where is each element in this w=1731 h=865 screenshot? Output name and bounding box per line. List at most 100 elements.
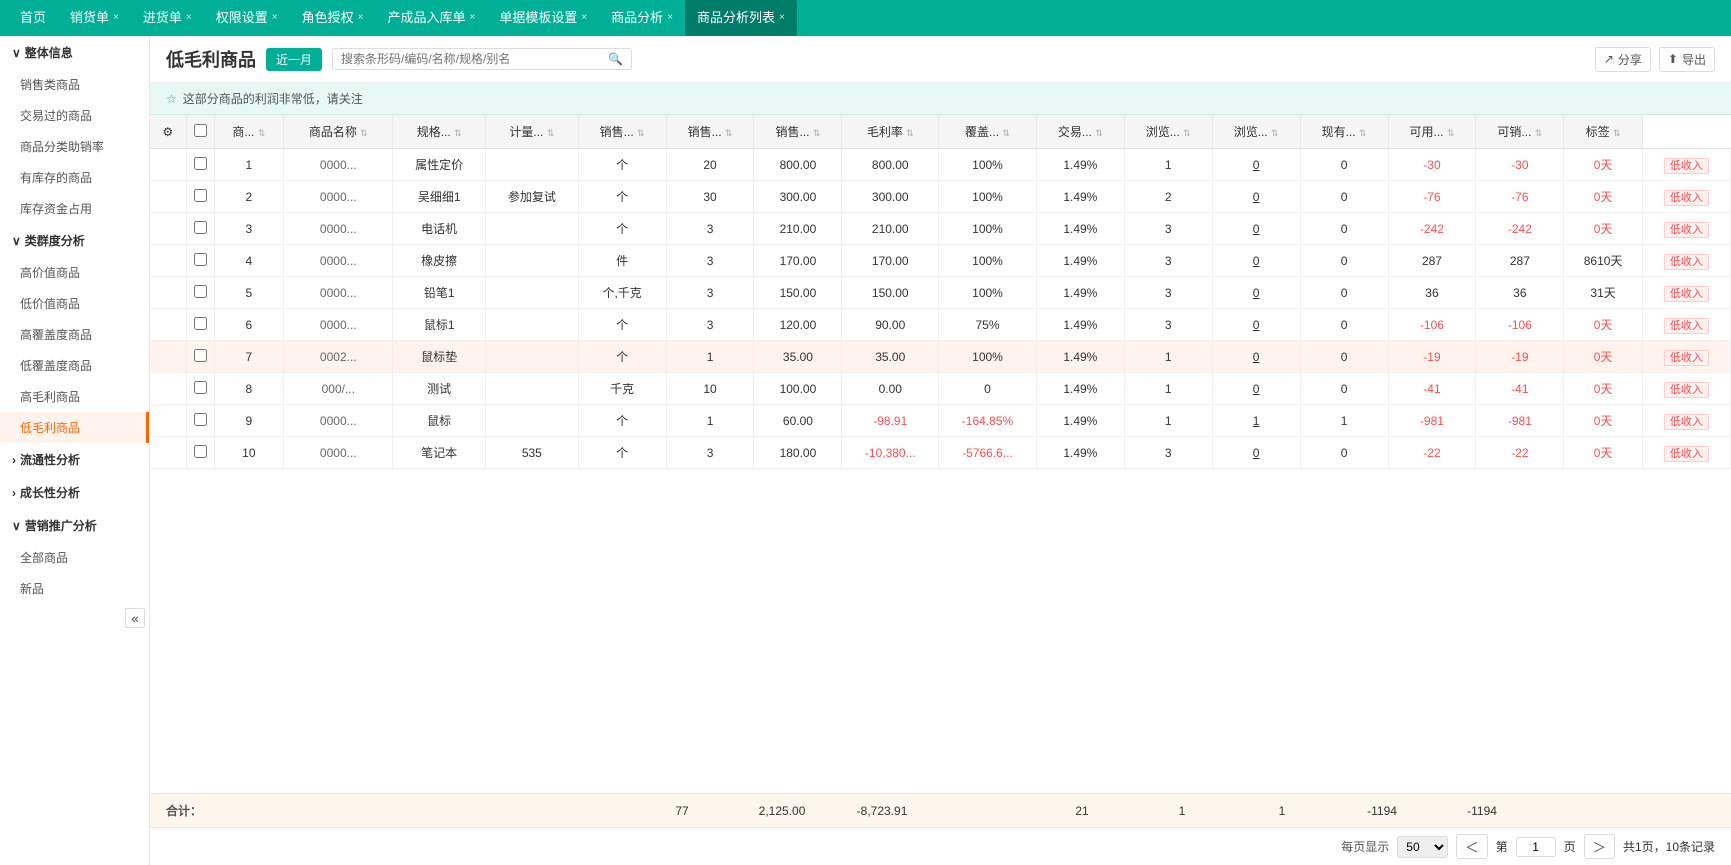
- nav-close-analysis[interactable]: ×: [667, 0, 673, 36]
- cell-trade-count: 1: [1124, 405, 1212, 437]
- nav-purchase-order[interactable]: 进货单 ×: [131, 0, 204, 36]
- row-checkbox[interactable]: [194, 413, 207, 426]
- nav-close-template[interactable]: ×: [581, 0, 587, 36]
- row-checkbox[interactable]: [194, 317, 207, 330]
- cell-tag: 低收入: [1642, 213, 1730, 245]
- row-checkbox[interactable]: [194, 445, 207, 458]
- nav-close-role[interactable]: ×: [358, 0, 364, 36]
- sidebar-item-new-products[interactable]: 新品: [0, 573, 149, 604]
- sidebar-item-high-coverage[interactable]: 高覆盖度商品: [0, 319, 149, 350]
- sidebar-item-traded-products[interactable]: 交易过的商品: [0, 100, 149, 131]
- nav-home[interactable]: 首页: [8, 0, 58, 36]
- col-current-stock[interactable]: 现有... ⇅: [1300, 115, 1388, 149]
- cell-views1: 0: [1212, 277, 1300, 309]
- filter-btn[interactable]: 近一月: [266, 48, 322, 71]
- sidebar-collapse-btn[interactable]: «: [125, 608, 145, 628]
- cell-sales-qty: 1: [666, 341, 754, 373]
- page-label: 第: [1496, 838, 1508, 855]
- sidebar-group-growth[interactable]: › 成长性分析: [0, 476, 149, 509]
- sidebar-item-sales-products[interactable]: 销售类商品: [0, 69, 149, 100]
- nav-product-analysis[interactable]: 商品分析 ×: [599, 0, 685, 36]
- sidebar-item-all-products[interactable]: 全部商品: [0, 542, 149, 573]
- row-checkbox[interactable]: [194, 349, 207, 362]
- nav-close-permissions[interactable]: ×: [272, 0, 278, 36]
- col-gross-margin[interactable]: 毛利率 ⇅: [842, 115, 939, 149]
- page-size-select[interactable]: 10 20 50 100: [1397, 836, 1448, 858]
- share-button[interactable]: ↗ 分享: [1595, 47, 1651, 72]
- export-button[interactable]: ⬆ 导出: [1659, 47, 1715, 72]
- sidebar-group-marketing[interactable]: ∨ 营销推广分析: [0, 509, 149, 542]
- nav-close-analysis-list[interactable]: ×: [779, 0, 785, 36]
- col-saleable-days[interactable]: 可销... ⇅: [1476, 115, 1564, 149]
- col-views2[interactable]: 浏览... ⇅: [1212, 115, 1300, 149]
- cell-settings: [150, 245, 186, 277]
- sidebar-item-low-margin[interactable]: 低毛利商品: [0, 412, 149, 443]
- cell-coverage: 1.49%: [1036, 149, 1124, 181]
- sidebar-group-circulation[interactable]: › 流通性分析: [0, 443, 149, 476]
- row-checkbox[interactable]: [194, 221, 207, 234]
- search-icon[interactable]: 🔍: [608, 52, 623, 66]
- cell-current-stock: -19: [1388, 341, 1476, 373]
- sidebar-item-low-coverage[interactable]: 低覆盖度商品: [0, 350, 149, 381]
- table-row: 7 0002... 鼠标垫 个 1 35.00 35.00 100% 1.49%…: [150, 341, 1731, 373]
- footer-sales-profit: -8,723.91: [842, 804, 922, 818]
- sidebar-item-category-rate[interactable]: 商品分类助销率: [0, 131, 149, 162]
- cell-name: 鼠标1: [393, 309, 486, 341]
- col-sales-profit[interactable]: 销售... ⇅: [754, 115, 842, 149]
- col-sales-qty[interactable]: 销售... ⇅: [578, 115, 666, 149]
- cell-views2: 0: [1300, 245, 1388, 277]
- row-checkbox[interactable]: [194, 253, 207, 266]
- col-views1[interactable]: 浏览... ⇅: [1124, 115, 1212, 149]
- col-available-stock[interactable]: 可用... ⇅: [1388, 115, 1476, 149]
- next-page-btn[interactable]: ＞: [1584, 834, 1615, 859]
- cell-sales-profit: 0.00: [842, 373, 939, 405]
- row-checkbox[interactable]: [194, 157, 207, 170]
- col-tag[interactable]: 标签 ⇅: [1564, 115, 1643, 149]
- sidebar-item-high-value[interactable]: 高价值商品: [0, 257, 149, 288]
- cell-gross-margin: 75%: [939, 309, 1037, 341]
- row-checkbox[interactable]: [194, 381, 207, 394]
- sidebar-item-stock-capital[interactable]: 库存资金占用: [0, 193, 149, 224]
- col-coverage[interactable]: 覆盖... ⇅: [939, 115, 1037, 149]
- select-all-checkbox[interactable]: [194, 124, 207, 137]
- cell-checkbox: [186, 405, 214, 437]
- pagination-bar: 每页显示 10 20 50 100 ＜ 第 页 ＞ 共1页，10条记录: [150, 827, 1731, 865]
- row-checkbox[interactable]: [194, 285, 207, 298]
- sidebar-group-overall[interactable]: ∨ 整体信息: [0, 36, 149, 69]
- cell-current-stock: -22: [1388, 437, 1476, 469]
- sidebar-item-in-stock[interactable]: 有库存的商品: [0, 162, 149, 193]
- cell-available-stock: -41: [1476, 373, 1564, 405]
- sidebar-item-high-margin[interactable]: 高毛利商品: [0, 381, 149, 412]
- col-code[interactable]: 商... ⇅: [214, 115, 284, 149]
- nav-close-product[interactable]: ×: [469, 0, 475, 36]
- nav-close-purchase[interactable]: ×: [186, 0, 192, 36]
- col-name[interactable]: 商品名称 ⇅: [284, 115, 393, 149]
- search-input[interactable]: [341, 52, 604, 66]
- sidebar-item-low-value[interactable]: 低价值商品: [0, 288, 149, 319]
- cell-coverage: 1.49%: [1036, 213, 1124, 245]
- row-checkbox[interactable]: [194, 189, 207, 202]
- prev-page-btn[interactable]: ＜: [1456, 834, 1487, 859]
- cell-saleable-days: 0天: [1564, 341, 1643, 373]
- nav-product-analysis-list[interactable]: 商品分析列表 ×: [685, 0, 797, 36]
- nav-permissions[interactable]: 权限设置 ×: [204, 0, 290, 36]
- page-number-input[interactable]: [1516, 837, 1556, 857]
- col-trade-count[interactable]: 交易... ⇅: [1036, 115, 1124, 149]
- nav-product-storage[interactable]: 产成品入库单 ×: [375, 0, 487, 36]
- nav-sales-order[interactable]: 销货单 ×: [58, 0, 131, 36]
- nav-template-settings[interactable]: 单据模板设置 ×: [487, 0, 599, 36]
- sidebar-group-cluster[interactable]: ∨ 类群度分析: [0, 224, 149, 257]
- cell-saleable-days: 0天: [1564, 405, 1643, 437]
- content-area: 低毛利商品 近一月 🔍 ↗ 分享 ⬆ 导出 ☆ 这部分商品的利润非常低，请关注: [150, 36, 1731, 865]
- col-spec[interactable]: 规格... ⇅: [393, 115, 486, 149]
- cell-no: 8: [214, 373, 284, 405]
- nav-role-auth[interactable]: 角色授权 ×: [290, 0, 376, 36]
- chevron-right-icon-2: ›: [12, 486, 16, 500]
- col-unit[interactable]: 计量... ⇅: [486, 115, 579, 149]
- nav-close-sales[interactable]: ×: [113, 0, 119, 36]
- cell-tag: 低收入: [1642, 277, 1730, 309]
- cell-spec: [486, 405, 579, 437]
- col-sales-amount[interactable]: 销售... ⇅: [666, 115, 754, 149]
- cell-name: 测试: [393, 373, 486, 405]
- col-settings[interactable]: ⚙: [150, 115, 186, 149]
